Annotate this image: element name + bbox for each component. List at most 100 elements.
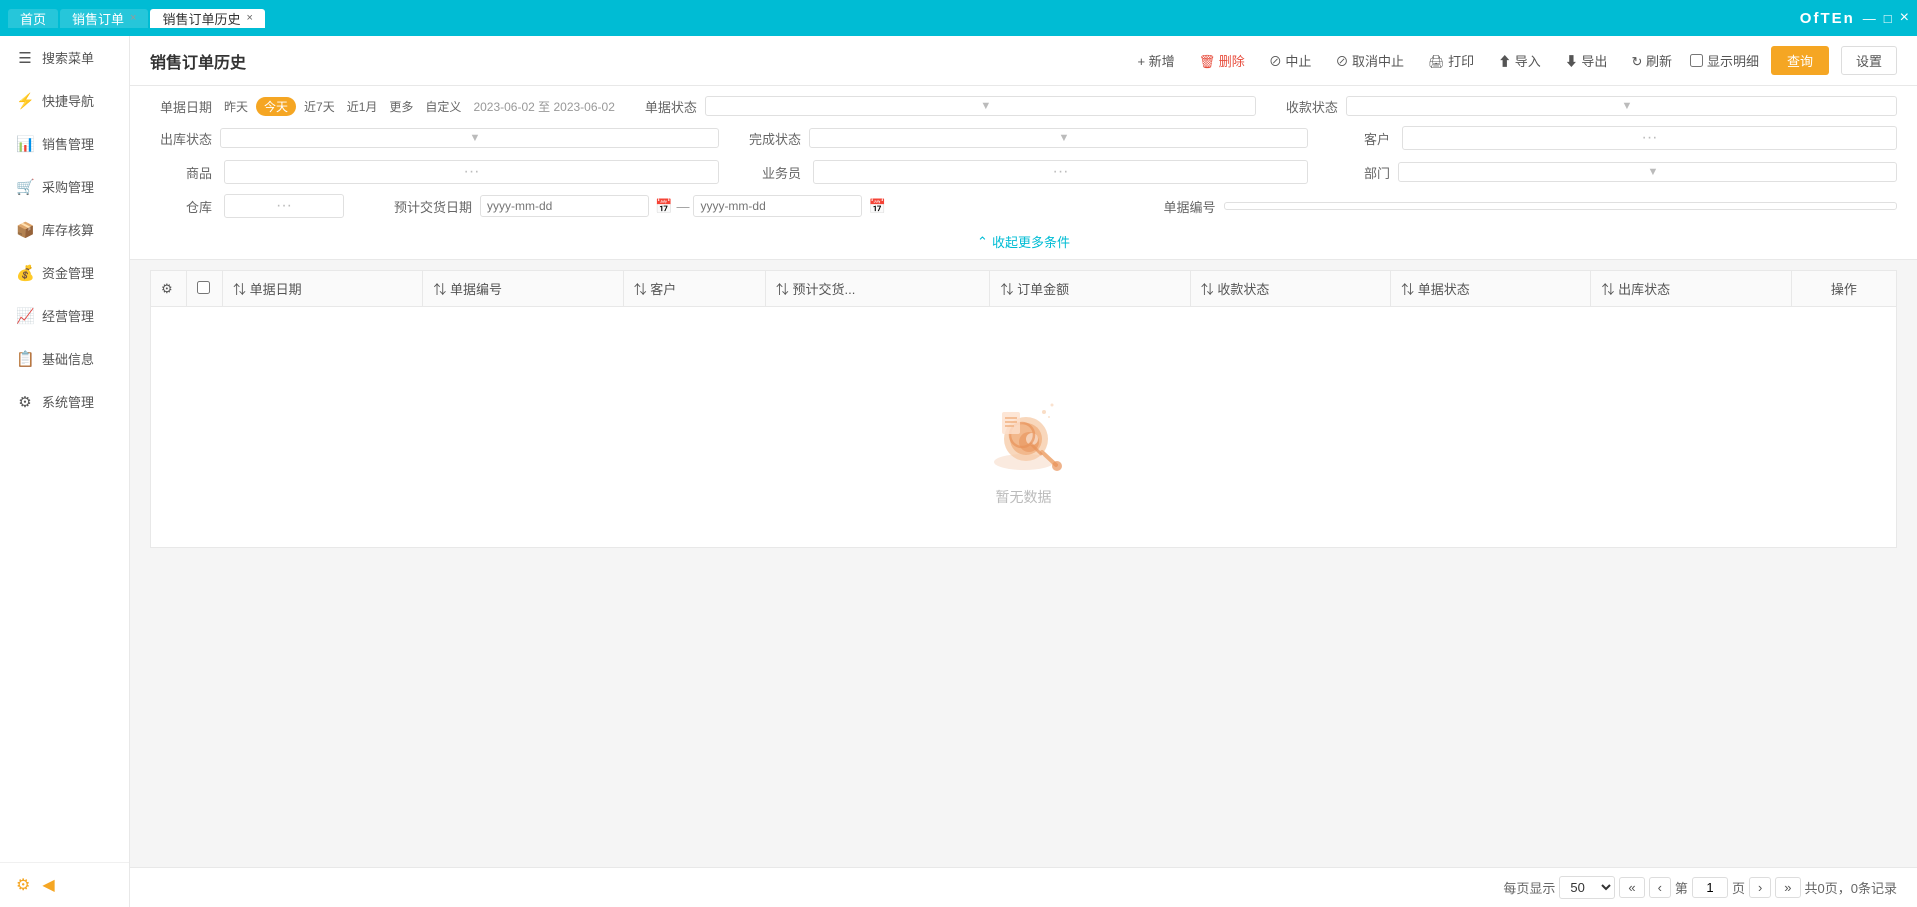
th-customer[interactable]: ⇅ 客户 <box>623 271 765 307</box>
main-layout: ☰ 搜索菜单 ⚡ 快捷导航 📊 销售管理 🛒 采购管理 📦 库存核算 💰 资金管… <box>0 36 1917 907</box>
display-toggle-checkbox[interactable] <box>1690 54 1703 67</box>
collapse-icon: ⌃ <box>977 234 988 250</box>
sidebar-item-basic-label: 基础信息 <box>42 349 94 368</box>
th-settings[interactable]: ⚙ <box>151 271 187 307</box>
date-tags: 昨天 今天 近7天 近1月 更多 自定义 <box>220 97 465 116</box>
sidebar-bottom: ⚙ ◀ <box>0 862 129 907</box>
tab-home[interactable]: 首页 <box>8 9 58 28</box>
next-page-btn[interactable]: › <box>1749 877 1771 898</box>
sidebar-item-sales-label: 销售管理 <box>42 134 94 153</box>
cancel-stop-button[interactable]: ⊘ 取消中止 <box>1329 48 1410 73</box>
first-page-btn[interactable]: « <box>1619 877 1644 898</box>
outbound-status-select[interactable]: ▼ <box>220 128 719 148</box>
sidebar-item-sales[interactable]: 📊 销售管理 <box>0 122 129 165</box>
date-tag-more[interactable]: 更多 <box>385 97 417 116</box>
date-tag-today[interactable]: 今天 <box>256 97 296 116</box>
per-page-label: 每页显示 <box>1503 878 1555 897</box>
warehouse-input[interactable]: ··· <box>224 194 344 218</box>
stop-button[interactable]: ⊘ 中止 <box>1263 48 1318 73</box>
date-tag-custom[interactable]: 自定义 <box>421 97 465 116</box>
calendar-to-icon[interactable]: 📅 <box>868 198 885 215</box>
maximize-btn[interactable]: □ <box>1884 11 1892 26</box>
select-all-checkbox[interactable] <box>197 281 210 294</box>
page-label: 第 <box>1675 878 1688 897</box>
sidebar-item-operations[interactable]: 📈 经营管理 <box>0 294 129 337</box>
empty-state-row: 暂无数据 <box>151 307 1897 548</box>
import-button[interactable]: ⬆ 导入 <box>1492 48 1547 73</box>
collapse-row: ⌃ 收起更多条件 <box>150 228 1897 255</box>
th-delivery-label: ⇅ 预计交货... <box>776 282 855 297</box>
date-label: 单据日期 <box>150 97 220 116</box>
sidebar-item-quicknav[interactable]: ⚡ 快捷导航 <box>0 79 129 122</box>
date-tag-7days[interactable]: 近7天 <box>300 97 339 116</box>
display-toggle[interactable]: 显示明细 <box>1690 51 1759 70</box>
last-page-btn[interactable]: » <box>1775 877 1800 898</box>
setting-button[interactable]: 设置 <box>1841 46 1897 75</box>
prev-page-btn[interactable]: ‹ <box>1649 877 1671 898</box>
bill-no-label: 单据编号 <box>1154 197 1224 216</box>
delivery-date-to[interactable] <box>693 195 862 217</box>
department-label: 部门 <box>1328 163 1398 182</box>
sidebar-item-system[interactable]: ⚙ 系统管理 <box>0 380 129 423</box>
th-payment-status[interactable]: ⇅ 收款状态 <box>1190 271 1390 307</box>
collapse-sidebar-icon[interactable]: ◀ <box>42 875 54 895</box>
export-button[interactable]: ⬇ 导出 <box>1559 48 1614 73</box>
th-bill-no[interactable]: ⇅ 单据编号 <box>423 271 623 307</box>
new-button[interactable]: + 新增 <box>1131 48 1180 73</box>
sidebar-item-inventory[interactable]: 📦 库存核算 <box>0 208 129 251</box>
outbound-status-arrow: ▼ <box>470 132 711 144</box>
sidebar-item-purchase[interactable]: 🛒 采购管理 <box>0 165 129 208</box>
page-input[interactable] <box>1692 877 1728 898</box>
sidebar-item-quicknav-label: 快捷导航 <box>42 91 94 110</box>
complete-status-select[interactable]: ▼ <box>809 128 1308 148</box>
query-button[interactable]: 查询 <box>1771 46 1829 75</box>
page-title: 销售订单历史 <box>150 49 246 73</box>
print-button[interactable]: 🖨 打印 <box>1422 48 1480 73</box>
date-tag-1month[interactable]: 近1月 <box>343 97 382 116</box>
tab-sales-order-close[interactable]: × <box>130 12 136 24</box>
settings-bottom-icon[interactable]: ⚙ <box>16 875 30 895</box>
sidebar-item-search[interactable]: ☰ 搜索菜单 <box>0 36 129 79</box>
brand-label: OfTEn <box>1800 10 1855 27</box>
payment-status-select[interactable]: ▼ <box>1346 96 1897 116</box>
bill-status-select[interactable]: ▼ <box>705 96 1256 116</box>
refresh-button[interactable]: ↻ 刷新 <box>1625 48 1678 73</box>
display-toggle-label: 显示明细 <box>1707 51 1759 70</box>
pagination: 每页显示 50 10 20 100 « ‹ 第 页 › » 共0页，0条记录 <box>1503 876 1897 899</box>
tab-sales-order[interactable]: 销售订单 × <box>60 9 148 28</box>
complete-status-arrow: ▼ <box>1059 132 1300 144</box>
department-select[interactable]: ▼ <box>1398 162 1897 182</box>
date-tag-yesterday[interactable]: 昨天 <box>220 97 252 116</box>
calendar-from-icon[interactable]: 📅 <box>655 198 672 215</box>
th-bill-date[interactable]: ⇅ 单据日期 <box>223 271 423 307</box>
bill-no-input[interactable] <box>1224 202 1898 210</box>
warehouse-label: 仓库 <box>150 197 220 216</box>
th-outbound-status[interactable]: ⇅ 出库状态 <box>1591 271 1791 307</box>
close-btn[interactable]: × <box>1900 9 1909 27</box>
th-bill-status[interactable]: ⇅ 单据状态 <box>1391 271 1591 307</box>
th-payment-status-label: ⇅ 收款状态 <box>1201 282 1270 297</box>
tab-sales-order-label: 销售订单 <box>72 9 124 28</box>
finance-icon: 💰 <box>16 264 34 282</box>
salesperson-input[interactable]: ··· <box>813 160 1308 184</box>
th-bill-no-label: ⇅ 单据编号 <box>433 282 502 297</box>
sidebar: ☰ 搜索菜单 ⚡ 快捷导航 📊 销售管理 🛒 采购管理 📦 库存核算 💰 资金管… <box>0 36 130 907</box>
tab-sales-order-history[interactable]: 销售订单历史 × <box>150 9 264 28</box>
delivery-date-from[interactable] <box>480 195 649 217</box>
minimize-btn[interactable]: — <box>1863 11 1876 26</box>
customer-input[interactable]: ··· <box>1402 126 1897 150</box>
goods-input[interactable]: ··· <box>224 160 719 184</box>
sidebar-item-finance[interactable]: 💰 资金管理 <box>0 251 129 294</box>
collapse-button[interactable]: ⌃ 收起更多条件 <box>977 232 1070 251</box>
th-delivery[interactable]: ⇅ 预计交货... <box>765 271 990 307</box>
delete-button[interactable]: 🗑 删除 <box>1193 48 1251 73</box>
top-bar-right: OfTEn — □ × <box>1800 9 1909 27</box>
th-amount[interactable]: ⇅ 订单金额 <box>990 271 1190 307</box>
search-menu-icon: ☰ <box>16 49 34 67</box>
per-page-select[interactable]: 50 10 20 100 <box>1559 876 1615 899</box>
collapse-label: 收起更多条件 <box>992 232 1070 251</box>
sidebar-item-basic[interactable]: 📋 基础信息 <box>0 337 129 380</box>
tab-sales-order-history-close[interactable]: × <box>246 12 252 24</box>
payment-status-label: 收款状态 <box>1276 97 1346 116</box>
th-checkbox[interactable] <box>187 271 223 307</box>
